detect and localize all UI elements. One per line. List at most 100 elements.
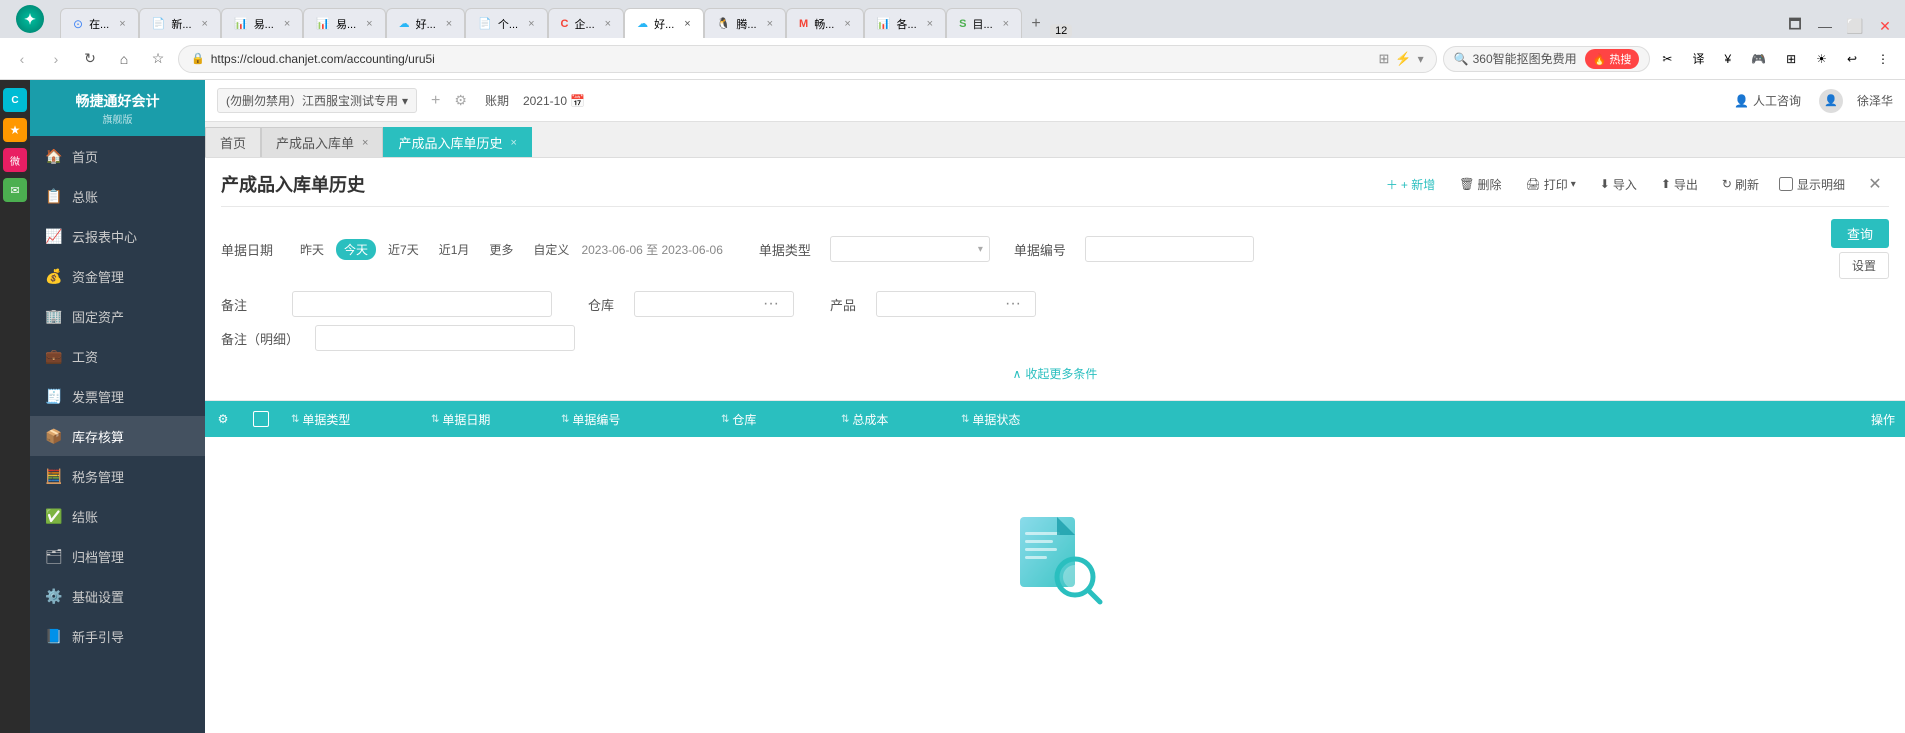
table-col-settings[interactable]: ⚙ [205,412,241,426]
translate-tool[interactable]: 译 [1684,46,1712,72]
page-tab-history[interactable]: 产成品入库单历史 × [383,127,531,157]
maximize-button[interactable]: ⬜ [1843,14,1867,38]
sidebar-item-asset[interactable]: 🏢 固定资产 [30,296,205,336]
export-button[interactable]: ⬆ 导出 [1653,172,1706,197]
print-dropdown[interactable]: ▾ [1571,179,1576,190]
user-service-button[interactable]: 👤 人工咨询 [1734,92,1801,109]
app-icon-email[interactable]: ✉ [3,178,27,202]
sidebar-item-guide[interactable]: 📘 新手引导 [30,616,205,656]
sidebar-item-archive[interactable]: 🗂 归档管理 [30,536,205,576]
add-button[interactable]: ＋ + 新增 [1378,172,1443,197]
refresh-btn[interactable]: ↻ 刷新 [1714,172,1767,197]
tab-chang[interactable]: M 畅... × [786,8,864,38]
tab-mu[interactable]: S 目... × [946,8,1022,38]
table-col-docdate[interactable]: ⇅ 单据日期 [421,411,551,428]
company-settings-button[interactable]: ⚙ [454,92,467,109]
date-btn-1month[interactable]: 近1月 [431,239,478,260]
sidebar-item-invoice[interactable]: 🧾 发票管理 [30,376,205,416]
sidebar-item-closing[interactable]: ✅ 结账 [30,496,205,536]
date-btn-today[interactable]: 今天 [336,239,376,260]
refresh-button[interactable]: ↻ [76,45,104,73]
minimize-button[interactable]: — [1813,14,1837,38]
sidebar-item-payroll[interactable]: 💼 工资 [30,336,205,376]
tab-zai[interactable]: ⊙ 在... × [60,8,139,38]
product-dots[interactable]: ··· [997,295,1029,313]
game-tool[interactable]: 🎮 [1743,46,1774,72]
home-button[interactable]: ⌂ [110,45,138,73]
tab-hao1[interactable]: ☁ 好... × [386,8,466,38]
more-tool[interactable]: ⋮ [1869,46,1897,72]
url-bar[interactable]: 🔒 https://cloud.chanjet.com/accounting/u… [178,45,1437,73]
table-col-doctype[interactable]: ⇅ 单据类型 [281,411,421,428]
theme-tool[interactable]: ☀ [1808,46,1835,72]
import-button[interactable]: ⬇ 导入 [1592,172,1645,197]
tab-qi[interactable]: C 企... × [548,8,625,38]
tab-ge2[interactable]: 📊 各... × [864,8,946,38]
back-button[interactable]: ‹ [8,45,36,73]
user-avatar[interactable]: 👤 [1819,89,1843,113]
page-tab-home[interactable]: 首页 [205,127,261,157]
table-col-docnumber[interactable]: ⇅ 单据编号 [551,411,711,428]
grid-tool[interactable]: ⊞ [1778,46,1804,72]
warehouse-dots[interactable]: ··· [755,295,787,313]
forward-button[interactable]: › [42,45,70,73]
hot-badge[interactable]: 🔥 热搜 [1585,49,1640,69]
page-tab-list-close[interactable]: × [362,137,368,149]
table-col-checkbox[interactable] [241,411,281,427]
company-selector[interactable]: (勿删勿禁用）江西服宝测试专用 ▾ [217,88,417,113]
tab-ge[interactable]: 📄 个... × [465,8,547,38]
yuan-tool[interactable]: ¥ [1716,46,1739,72]
tab-yi1[interactable]: 📊 易... × [221,8,303,38]
doc-number-input[interactable] [1085,236,1254,262]
tab-yi2[interactable]: 📊 易... × [303,8,385,38]
sidebar-item-inventory[interactable]: 📦 库存核算 [30,416,205,456]
delete-button[interactable]: 🗑 删除 [1451,172,1509,197]
sidebar-item-settings[interactable]: ⚙️ 基础设置 [30,576,205,616]
sidebar-item-tax[interactable]: 🧮 税务管理 [30,456,205,496]
date-btn-more[interactable]: 更多 [481,239,521,260]
restore-button[interactable]: 🗖 [1783,14,1807,38]
display-detail-checkbox[interactable] [1779,177,1793,191]
table-col-status[interactable]: ⇅ 单据状态 [951,411,1071,428]
tab-add-button[interactable]: + [1022,10,1050,38]
sidebar-item-fund[interactable]: 💰 资金管理 [30,256,205,296]
table-col-warehouse[interactable]: ⇅ 仓库 [711,411,831,428]
app-icon-weibo[interactable]: 微 [3,148,27,172]
remark-detail-input[interactable] [315,325,575,351]
select-all-checkbox[interactable] [253,411,269,427]
app-icon-star[interactable]: ★ [3,118,27,142]
undo-tool[interactable]: ↩ [1839,46,1865,72]
sidebar-item-home[interactable]: 🏠 首页 [30,136,205,176]
search-bar[interactable]: 🔍 360智能抠图免费用 🔥 热搜 [1443,46,1651,72]
scissors-tool[interactable]: ✂ [1654,46,1680,72]
url-dropdown-icon[interactable]: ▾ [1418,52,1424,66]
table-col-cost[interactable]: ⇅ 总成本 [831,411,951,428]
tab-hao2[interactable]: ☁ 好... × [624,8,704,38]
tab-count-badge[interactable]: 12 [1050,24,1072,38]
page-close-button[interactable]: ✕ [1861,170,1889,198]
apps-icon[interactable]: ⊞ [1379,51,1390,67]
lightning-icon[interactable]: ⚡ [1395,51,1411,67]
tab-teng[interactable]: 🐧 腾... × [704,8,786,38]
sidebar-item-ledger[interactable]: 📋 总账 [30,176,205,216]
browser-logo[interactable]: ✦ [16,5,44,33]
app-icon-chanjet[interactable]: C [3,88,27,112]
sidebar-item-report[interactable]: 📈 云报表中心 [30,216,205,256]
query-button[interactable]: 查询 [1831,219,1889,248]
product-selector[interactable]: ··· [876,291,1036,317]
filter-settings-button[interactable]: 设置 [1839,252,1889,279]
close-browser-button[interactable]: ✕ [1873,14,1897,38]
doc-type-selector[interactable]: ▾ [830,236,990,262]
print-button[interactable]: 🖨 打印 ▾ [1517,172,1583,197]
collapse-button[interactable]: ∧ 收起更多条件 [221,359,1889,388]
remark-input[interactable] [292,291,552,317]
page-tab-list[interactable]: 产成品入库单 × [261,127,383,157]
page-tab-history-close[interactable]: × [510,137,516,149]
add-company-button[interactable]: + [427,92,444,110]
warehouse-selector[interactable]: ··· [634,291,794,317]
tab-xin[interactable]: 📄 新... × [139,8,221,38]
bookmark-button[interactable]: ☆ [144,45,172,73]
date-btn-7days[interactable]: 近7天 [380,239,427,260]
date-btn-custom[interactable]: 自定义 [525,239,577,260]
period-value[interactable]: 2021-10 📅 [523,94,585,108]
